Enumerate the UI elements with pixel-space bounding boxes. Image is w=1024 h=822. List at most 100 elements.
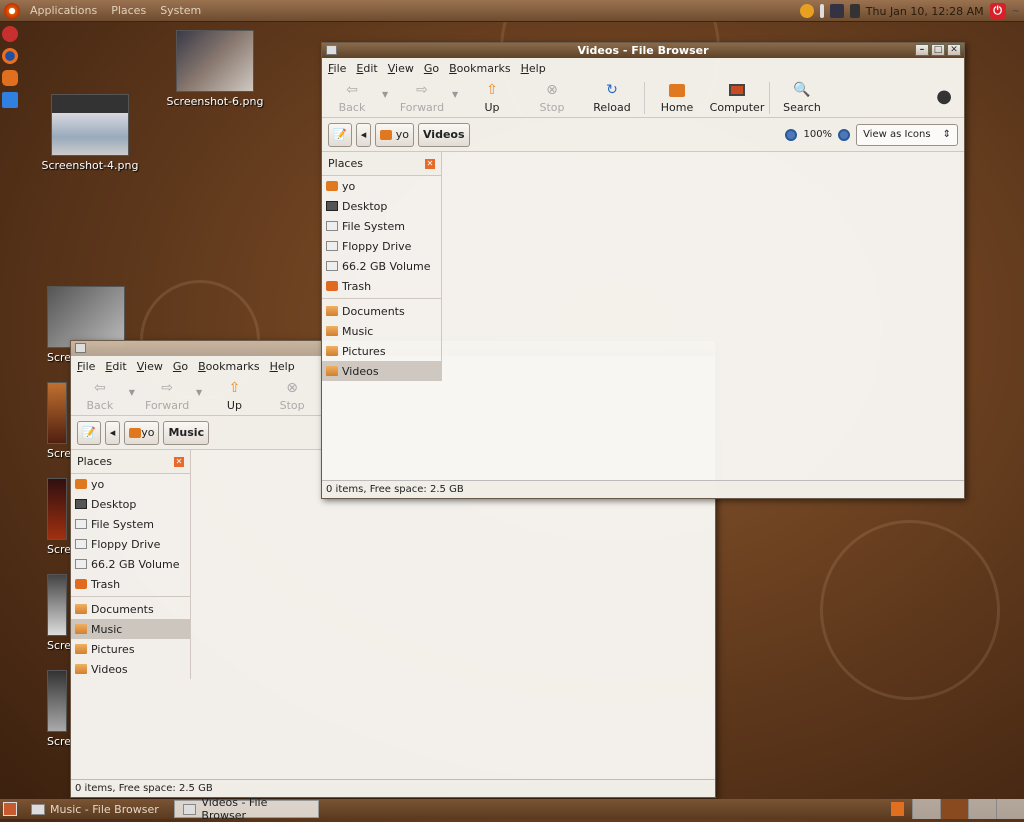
path-back-button[interactable]: ◂ bbox=[104, 420, 121, 445]
trash-applet-icon[interactable] bbox=[891, 802, 904, 816]
sidebar-item-documents[interactable]: Documents bbox=[322, 301, 441, 321]
sidebar-item-videos[interactable]: Videos bbox=[322, 361, 441, 381]
sidebar-item-yo[interactable]: yo bbox=[322, 176, 441, 196]
forward-button[interactable]: ⇨ Forward bbox=[392, 78, 452, 114]
clock[interactable]: Thu Jan 10, 12:28 AM bbox=[866, 5, 984, 18]
path-videos-button[interactable]: Videos bbox=[417, 122, 470, 147]
menu-view[interactable]: View bbox=[137, 360, 163, 373]
back-dropdown-icon[interactable]: ▼ bbox=[382, 90, 392, 99]
menu-view[interactable]: View bbox=[388, 62, 414, 75]
sidebar-item-file-system[interactable]: File System bbox=[322, 216, 441, 236]
workspace-1[interactable] bbox=[912, 799, 940, 819]
menu-help[interactable]: Help bbox=[270, 360, 295, 373]
display-icon[interactable] bbox=[829, 4, 844, 18]
workspace-4[interactable] bbox=[996, 799, 1024, 819]
window-icon[interactable] bbox=[326, 45, 337, 55]
sidebar-header[interactable]: Places ✕ bbox=[322, 152, 441, 176]
zoom-in-icon[interactable] bbox=[838, 128, 851, 141]
folder-icon bbox=[326, 346, 338, 356]
sidebar-item-music[interactable]: Music bbox=[322, 321, 441, 341]
taskbar-item-music[interactable]: Music - File Browser bbox=[23, 800, 168, 818]
close-sidebar-icon[interactable]: ✕ bbox=[425, 158, 435, 169]
search-button[interactable]: 🔍 Search bbox=[772, 78, 832, 114]
sidebar-item-trash[interactable]: Trash bbox=[322, 276, 441, 296]
ubuntu-logo-icon[interactable] bbox=[4, 2, 20, 19]
forward-dropdown-icon[interactable]: ▼ bbox=[452, 90, 462, 99]
sidebar-item-floppy[interactable]: Floppy Drive bbox=[322, 236, 441, 256]
menu-edit[interactable]: Edit bbox=[105, 360, 126, 373]
back-button[interactable]: ⇦ Back bbox=[71, 376, 129, 412]
help-icon[interactable] bbox=[2, 26, 18, 42]
toggle-location-button[interactable]: 📝 bbox=[328, 122, 352, 147]
toggle-location-button[interactable]: 📝 bbox=[77, 420, 101, 445]
stop-button[interactable]: ⊗ Stop bbox=[263, 376, 321, 412]
sidebar-item-videos[interactable]: Videos bbox=[71, 659, 190, 679]
menu-bookmarks[interactable]: Bookmarks bbox=[449, 62, 510, 75]
zoom-out-icon[interactable] bbox=[785, 128, 798, 141]
window-icon[interactable] bbox=[75, 343, 86, 353]
desktop-icon-screenshot-6[interactable]: Screenshot-6.png bbox=[160, 30, 270, 108]
view-mode-select[interactable]: View as Icons ⇕ bbox=[856, 123, 958, 146]
sidebar-item-desktop[interactable]: Desktop bbox=[322, 196, 441, 216]
sidebar-item-desktop[interactable]: Desktop bbox=[71, 494, 190, 514]
network-icon[interactable] bbox=[799, 4, 814, 18]
sidebar-item-trash[interactable]: Trash bbox=[71, 574, 190, 594]
workspace-2[interactable] bbox=[940, 799, 968, 819]
close-sidebar-icon[interactable]: ✕ bbox=[174, 456, 184, 467]
maximize-button[interactable]: □ bbox=[931, 44, 945, 56]
back-dropdown-icon[interactable]: ▼ bbox=[129, 388, 139, 397]
zoom-level[interactable]: 100% bbox=[803, 129, 832, 140]
shutdown-icon[interactable]: ⏻ bbox=[989, 3, 1006, 19]
up-button[interactable]: ⇧ Up bbox=[462, 78, 522, 114]
up-button[interactable]: ⇧ Up bbox=[206, 376, 264, 412]
stop-button[interactable]: ⊗ Stop bbox=[522, 78, 582, 114]
computer-button[interactable]: Computer bbox=[707, 78, 767, 114]
folder-icon bbox=[75, 624, 87, 634]
file-view[interactable] bbox=[442, 152, 964, 381]
forward-dropdown-icon[interactable]: ▼ bbox=[196, 388, 206, 397]
network-tool-icon[interactable] bbox=[2, 92, 18, 108]
back-button[interactable]: ⇦ Back bbox=[322, 78, 382, 114]
forward-button[interactable]: ⇨ Forward bbox=[138, 376, 196, 412]
menu-bookmarks[interactable]: Bookmarks bbox=[198, 360, 259, 373]
reload-button[interactable]: ↻ Reload bbox=[582, 78, 642, 114]
sidebar-item-pictures[interactable]: Pictures bbox=[322, 341, 441, 361]
menu-file[interactable]: File bbox=[328, 62, 346, 75]
edit-icon: 📝 bbox=[82, 426, 96, 439]
menu-go[interactable]: Go bbox=[173, 360, 188, 373]
sidebar-item-documents[interactable]: Documents bbox=[71, 599, 190, 619]
sidebar-item-file-system[interactable]: File System bbox=[71, 514, 190, 534]
sidebar-item-pictures[interactable]: Pictures bbox=[71, 639, 190, 659]
taskbar-item-videos[interactable]: Videos - File Browser bbox=[174, 796, 319, 822]
sidebar-item-volume[interactable]: 66.2 GB Volume bbox=[71, 554, 190, 574]
path-yo-button[interactable]: yo bbox=[375, 122, 414, 147]
volume-icon[interactable] bbox=[849, 4, 860, 18]
close-button[interactable]: ✕ bbox=[947, 44, 961, 56]
desktop-icon-screenshot-4[interactable]: Screenshot-4.png bbox=[35, 94, 145, 172]
menu-file[interactable]: File bbox=[77, 360, 95, 373]
sidebar-item-music[interactable]: Music bbox=[71, 619, 190, 639]
minimize-button[interactable]: – bbox=[915, 44, 929, 56]
sidebar-header[interactable]: Places ✕ bbox=[71, 450, 190, 474]
firefox-icon[interactable] bbox=[2, 48, 18, 64]
menu-help[interactable]: Help bbox=[521, 62, 546, 75]
path-yo-button[interactable]: yo bbox=[124, 420, 160, 445]
show-desktop-icon[interactable] bbox=[3, 802, 17, 816]
sidebar-item-floppy[interactable]: Floppy Drive bbox=[71, 534, 190, 554]
menu-system[interactable]: System bbox=[156, 4, 205, 17]
notification-icon[interactable] bbox=[819, 4, 824, 18]
menu-places[interactable]: Places bbox=[107, 4, 150, 17]
sidebar-item-yo[interactable]: yo bbox=[71, 474, 190, 494]
desktop-icon-label: Scre bbox=[47, 735, 72, 748]
sidebar-item-volume[interactable]: 66.2 GB Volume bbox=[322, 256, 441, 276]
menu-bar: File Edit View Go Bookmarks Help bbox=[322, 58, 964, 78]
path-back-button[interactable]: ◂ bbox=[355, 122, 372, 147]
title-bar[interactable]: Videos - File Browser – □ ✕ bbox=[322, 43, 964, 58]
workspace-3[interactable] bbox=[968, 799, 996, 819]
menu-go[interactable]: Go bbox=[424, 62, 439, 75]
path-music-button[interactable]: Music bbox=[163, 420, 210, 445]
app-icon[interactable] bbox=[2, 70, 18, 86]
home-button[interactable]: Home bbox=[647, 78, 707, 114]
menu-edit[interactable]: Edit bbox=[356, 62, 377, 75]
menu-applications[interactable]: Applications bbox=[26, 4, 101, 17]
